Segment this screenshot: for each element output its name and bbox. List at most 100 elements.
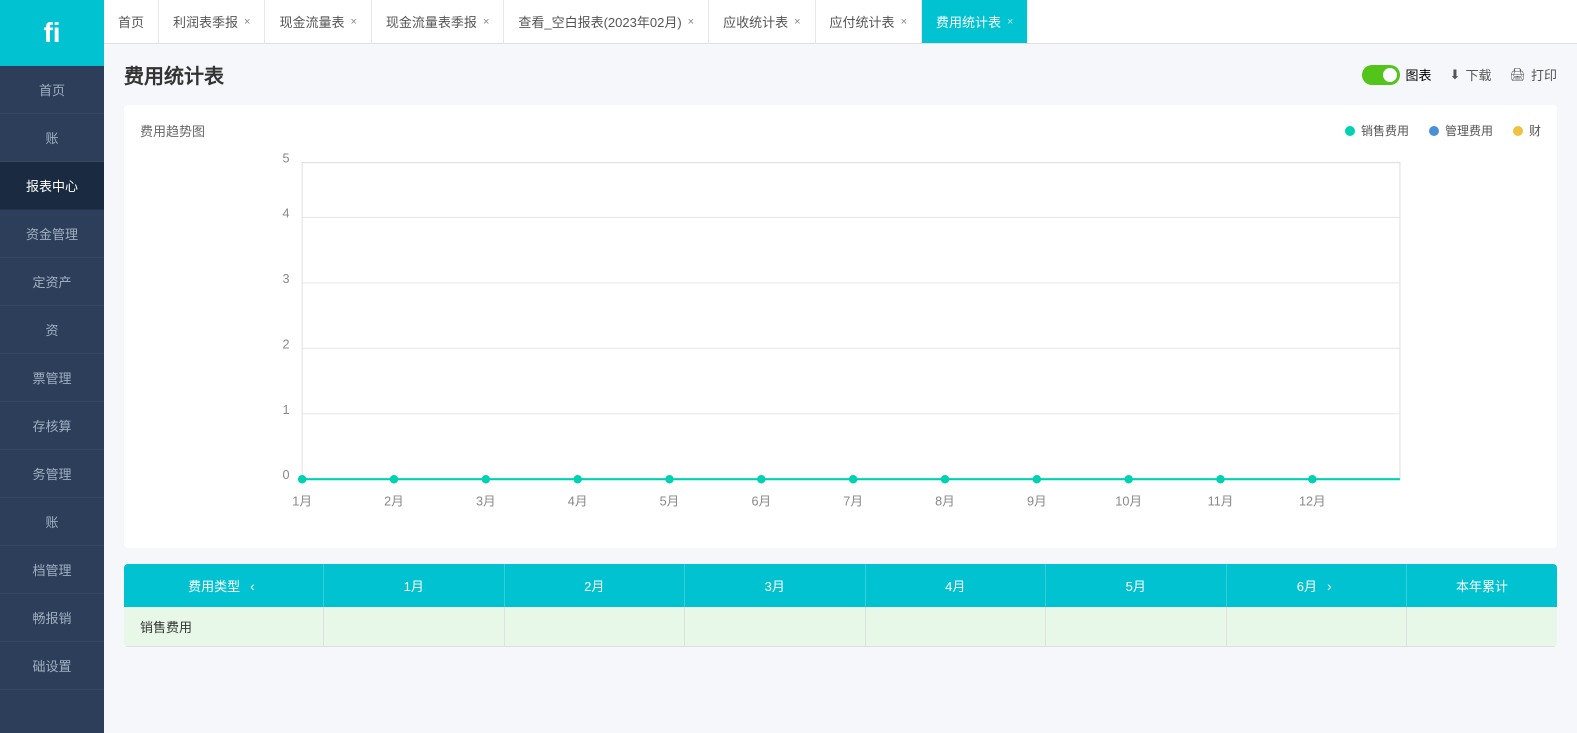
td-m4 bbox=[866, 607, 1047, 646]
chart-container: 0 1 2 3 4 5 bbox=[140, 152, 1541, 532]
legend-sales-label: 销售费用 bbox=[1361, 122, 1409, 139]
tab-cashflow[interactable]: 现金流量表 × bbox=[265, 0, 371, 44]
expense-table: 费用类型 ‹ 1月 2月 3月 4月 5月 6月 › 本年累计 销售费用 bbox=[124, 564, 1557, 647]
table-header: 费用类型 ‹ 1月 2月 3月 4月 5月 6月 › 本年累计 bbox=[124, 564, 1557, 607]
tab-receivable[interactable]: 应收统计表 × bbox=[709, 0, 815, 44]
print-icon: 🖨 bbox=[1509, 67, 1526, 83]
tab-cashflow-quarter[interactable]: 现金流量表季报 × bbox=[372, 0, 504, 44]
svg-text:5月: 5月 bbox=[660, 495, 680, 509]
tab-profit-close[interactable]: × bbox=[244, 16, 250, 28]
svg-text:1月: 1月 bbox=[292, 495, 312, 509]
point-dec bbox=[1308, 475, 1316, 483]
td-ytd bbox=[1407, 607, 1557, 646]
legend-admin-label: 管理费用 bbox=[1445, 122, 1493, 139]
svg-text:7月: 7月 bbox=[843, 495, 863, 509]
point-apr bbox=[573, 475, 581, 483]
chart-toggle[interactable] bbox=[1362, 65, 1400, 85]
tab-cashflow-quarter-close[interactable]: × bbox=[483, 16, 489, 28]
next-months-arrow[interactable]: › bbox=[1323, 578, 1336, 594]
content-area: 费用统计表 图表 ⬇ 下载 🖨 打印 费用趋势图 bbox=[104, 44, 1577, 733]
svg-text:4月: 4月 bbox=[568, 495, 588, 509]
svg-text:11月: 11月 bbox=[1208, 495, 1234, 509]
point-sep bbox=[1033, 475, 1041, 483]
chart-svg: 0 1 2 3 4 5 bbox=[140, 152, 1541, 532]
table-row: 销售费用 bbox=[124, 607, 1557, 647]
td-type: 销售费用 bbox=[124, 607, 324, 646]
td-m2 bbox=[505, 607, 686, 646]
tab-payable-close[interactable]: × bbox=[901, 16, 907, 28]
download-icon: ⬇ bbox=[1450, 67, 1461, 83]
sidebar-item-account[interactable]: 账 bbox=[0, 114, 104, 162]
sidebar-item-invest[interactable]: 资 bbox=[0, 306, 104, 354]
th-m3: 3月 bbox=[685, 564, 866, 607]
chart-title: 费用趋势图 bbox=[140, 121, 205, 140]
point-aug bbox=[941, 475, 949, 483]
th-ytd: 本年累计 bbox=[1407, 564, 1557, 607]
sidebar-item-ticket[interactable]: 票管理 bbox=[0, 354, 104, 402]
svg-text:8月: 8月 bbox=[935, 495, 955, 509]
svg-text:4: 4 bbox=[282, 206, 289, 220]
tab-payable[interactable]: 应付统计表 × bbox=[816, 0, 922, 44]
point-may bbox=[665, 475, 673, 483]
svg-text:9月: 9月 bbox=[1027, 495, 1047, 509]
point-jan bbox=[298, 475, 306, 483]
th-m5: 5月 bbox=[1046, 564, 1227, 607]
chart-toggle-label: 图表 bbox=[1406, 65, 1432, 84]
svg-text:3: 3 bbox=[282, 272, 289, 286]
svg-text:6月: 6月 bbox=[751, 495, 771, 509]
tab-receivable-close[interactable]: × bbox=[794, 16, 800, 28]
tab-blank-report-close[interactable]: × bbox=[688, 16, 694, 28]
sidebar-item-stock[interactable]: 存核算 bbox=[0, 402, 104, 450]
svg-text:12月: 12月 bbox=[1299, 495, 1326, 509]
sidebar-item-fund[interactable]: 资金管理 bbox=[0, 210, 104, 258]
tab-cashflow-close[interactable]: × bbox=[350, 16, 356, 28]
th-m2: 2月 bbox=[505, 564, 686, 607]
chart-header: 费用趋势图 销售费用 管理费用 财 bbox=[140, 121, 1541, 140]
sidebar-item-ledger[interactable]: 账 bbox=[0, 498, 104, 546]
sidebar-item-setting[interactable]: 础设置 bbox=[0, 642, 104, 690]
td-m6 bbox=[1227, 607, 1408, 646]
sidebar-item-asset[interactable]: 定资产 bbox=[0, 258, 104, 306]
tab-blank-report[interactable]: 查看_空白报表(2023年02月) × bbox=[504, 0, 709, 44]
sidebar-item-service[interactable]: 务管理 bbox=[0, 450, 104, 498]
td-m5 bbox=[1046, 607, 1227, 646]
tab-home[interactable]: 首页 bbox=[104, 0, 159, 44]
svg-text:0: 0 bbox=[282, 468, 289, 482]
svg-text:1: 1 bbox=[282, 403, 289, 417]
print-button[interactable]: 🖨 打印 bbox=[1509, 65, 1557, 84]
sidebar-item-sales[interactable]: 畅报销 bbox=[0, 594, 104, 642]
svg-text:5: 5 bbox=[282, 152, 289, 166]
th-m4: 4月 bbox=[866, 564, 1047, 607]
sidebar-item-report[interactable]: 报表中心 bbox=[0, 162, 104, 210]
point-nov bbox=[1216, 475, 1224, 483]
td-m3 bbox=[685, 607, 866, 646]
svg-text:2: 2 bbox=[282, 337, 289, 351]
download-button[interactable]: ⬇ 下载 bbox=[1450, 65, 1492, 84]
tab-profit[interactable]: 利润表季报 × bbox=[159, 0, 265, 44]
chart-card: 费用趋势图 销售费用 管理费用 财 bbox=[124, 105, 1557, 548]
legend-admin-dot bbox=[1429, 126, 1439, 136]
sidebar: fi 首页 账 报表中心 资金管理 定资产 资 票管理 存核算 务管理 账 档管… bbox=[0, 0, 104, 733]
main-area: 首页 利润表季报 × 现金流量表 × 现金流量表季报 × 查看_空白报表(202… bbox=[104, 0, 1577, 733]
tab-expense[interactable]: 费用统计表 × bbox=[922, 0, 1028, 44]
th-m6: 6月 › bbox=[1227, 564, 1408, 607]
svg-text:10月: 10月 bbox=[1115, 495, 1142, 509]
svg-text:2月: 2月 bbox=[384, 495, 404, 509]
legend-sales-dot bbox=[1345, 126, 1355, 136]
legend-finance-label: 财 bbox=[1529, 122, 1541, 139]
point-jul bbox=[849, 475, 857, 483]
sidebar-item-home[interactable]: 首页 bbox=[0, 66, 104, 114]
tab-expense-close[interactable]: × bbox=[1007, 16, 1013, 28]
legend-finance-dot bbox=[1513, 126, 1523, 136]
point-jun bbox=[757, 475, 765, 483]
svg-text:3月: 3月 bbox=[476, 495, 496, 509]
point-mar bbox=[482, 475, 490, 483]
chart-toggle-group: 图表 bbox=[1362, 65, 1432, 85]
prev-months-arrow[interactable]: ‹ bbox=[246, 578, 259, 594]
sidebar-item-archive[interactable]: 档管理 bbox=[0, 546, 104, 594]
legend-finance: 财 bbox=[1513, 122, 1541, 139]
header-actions: 图表 ⬇ 下载 🖨 打印 bbox=[1362, 65, 1557, 85]
legend-admin: 管理费用 bbox=[1429, 122, 1493, 139]
tab-bar: 首页 利润表季报 × 现金流量表 × 现金流量表季报 × 查看_空白报表(202… bbox=[104, 0, 1577, 44]
sidebar-logo: fi bbox=[0, 0, 104, 66]
